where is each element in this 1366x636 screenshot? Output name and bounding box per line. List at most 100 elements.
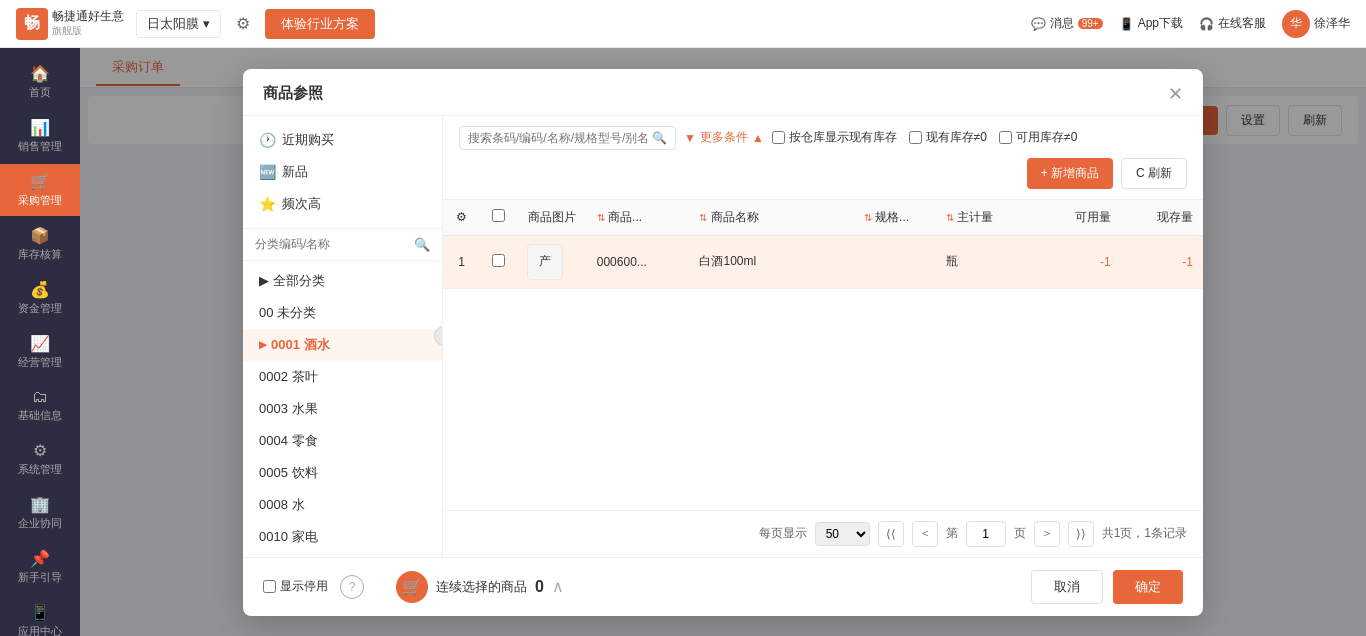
sidebar-item-system[interactable]: ⚙ 系统管理: [0, 433, 80, 485]
per-page-select[interactable]: 50 100 200: [815, 522, 870, 546]
message-icon: 💬: [1031, 17, 1046, 31]
product-search-input[interactable]: [468, 131, 648, 145]
base-icon: 🗂: [32, 388, 48, 406]
footer-btns: 取消 确定: [1031, 570, 1183, 604]
category-panel: 🕐 近期购买 🆕 新品 ⭐ 频次高: [243, 116, 443, 557]
recent-icon: 🕐: [259, 132, 276, 148]
select-all-checkbox[interactable]: [492, 209, 505, 222]
sidebar-item-sales[interactable]: 📊 销售管理: [0, 110, 80, 162]
search-icon[interactable]: 🔍: [652, 131, 667, 145]
row-num: 1: [443, 235, 480, 288]
col-name-header[interactable]: ⇅ 商品名称: [689, 200, 853, 236]
cat-0002[interactable]: 0002 茶叶: [243, 361, 442, 393]
user-profile[interactable]: 华 徐泽华: [1282, 10, 1350, 38]
refresh-btn[interactable]: C 刷新: [1121, 158, 1187, 189]
sidebar-item-finance[interactable]: 💰 资金管理: [0, 272, 80, 324]
product-toolbar: 🔍 ▼ 更多条件 ▲ 按仓库显示现有库存: [443, 116, 1203, 200]
cat-0004[interactable]: 0004 零食: [243, 425, 442, 457]
cat-00[interactable]: 00 未分类: [243, 297, 442, 329]
sidebar-item-guide[interactable]: 📌 新手引导: [0, 541, 80, 593]
checkbox-available-stock[interactable]: 可用库存≠0: [999, 129, 1077, 146]
logo-text: 畅捷通好生意: [52, 9, 124, 23]
category-search: 🔍: [243, 229, 442, 261]
sidebar-label: 采购管理: [18, 193, 62, 208]
cart-label: 连续选择的商品: [436, 578, 527, 596]
category-list: ▶ 全部分类 00 未分类 ▶ 0001 酒水 0002 茶: [243, 261, 442, 557]
logo-sub: 旗舰版: [52, 24, 124, 38]
category-search-icon[interactable]: 🔍: [414, 237, 430, 252]
modal-body: 🕐 近期购买 🆕 新品 ⭐ 频次高: [243, 116, 1203, 557]
row-available: -1: [1018, 235, 1121, 288]
sidebar-label: 首页: [29, 85, 51, 100]
row-unit: 瓶: [936, 235, 1018, 288]
sort-icon: ⇅: [597, 212, 605, 223]
sidebar-item-purchase[interactable]: 🛒 采购管理: [0, 164, 80, 216]
cart-icon-btn[interactable]: 🛒: [396, 571, 428, 603]
row-check[interactable]: [480, 235, 517, 288]
per-page-label: 每页显示: [759, 525, 807, 542]
sidebar-item-enterprise[interactable]: 🏢 企业协同: [0, 487, 80, 539]
arrow-right-icon: ▶: [259, 273, 269, 288]
cat-0010[interactable]: 0010 家电: [243, 521, 442, 553]
checkbox-warehouse[interactable]: 按仓库显示现有库存: [772, 129, 897, 146]
col-code-header[interactable]: ⇅ 商品...: [587, 200, 690, 236]
last-page-btn[interactable]: ⟩⟩: [1068, 521, 1094, 547]
row-stock: -1: [1121, 235, 1203, 288]
toolbar-right: + 新增商品 C 刷新: [1027, 158, 1187, 189]
sidebar-item-home[interactable]: 🏠 首页: [0, 56, 80, 108]
cat-all[interactable]: ▶ 全部分类: [243, 265, 442, 297]
cat-0005[interactable]: 0005 饮料: [243, 457, 442, 489]
modal-header: 商品参照 ✕: [243, 69, 1203, 116]
frequent-icon: ⭐: [259, 196, 276, 212]
settings-icon[interactable]: ⚙: [229, 10, 257, 38]
sidebar-item-business[interactable]: 📈 经营管理: [0, 326, 80, 378]
show-disabled-checkbox[interactable]: 显示停用: [263, 578, 328, 595]
enterprise-icon: 🏢: [30, 495, 50, 514]
help-icon[interactable]: ?: [340, 575, 364, 599]
guide-icon: 📌: [30, 549, 50, 568]
page-label-2: 页: [1014, 525, 1026, 542]
store-selector[interactable]: 日太阳膜 ▾: [136, 10, 221, 38]
online-service-btn[interactable]: 🎧 在线客服: [1199, 15, 1266, 32]
filter-btn[interactable]: ▼ 更多条件 ▲: [684, 129, 764, 146]
first-page-btn[interactable]: ⟨⟨: [878, 521, 904, 547]
confirm-btn[interactable]: 确定: [1113, 570, 1183, 604]
modal-close-btn[interactable]: ✕: [1168, 83, 1183, 105]
page-input[interactable]: [966, 521, 1006, 547]
collapse-icon[interactable]: ∧: [552, 577, 564, 596]
col-stock-header: 现存量: [1121, 200, 1203, 236]
add-product-btn[interactable]: + 新增商品: [1027, 158, 1113, 189]
sidebar-label: 新手引导: [18, 570, 62, 585]
sidebar-label: 资金管理: [18, 301, 62, 316]
checkbox-current-stock[interactable]: 现有库存≠0: [909, 129, 987, 146]
recent-purchases-tab[interactable]: 🕐 近期购买: [243, 124, 442, 156]
new-products-tab[interactable]: 🆕 新品: [243, 156, 442, 188]
home-icon: 🏠: [30, 64, 50, 83]
sidebar-item-base[interactable]: 🗂 基础信息: [0, 380, 80, 431]
messages-btn[interactable]: 💬 消息 99+: [1031, 15, 1103, 32]
sidebar-label: 系统管理: [18, 462, 62, 477]
next-page-btn[interactable]: ＞: [1034, 521, 1060, 547]
product-panel: 🔍 ▼ 更多条件 ▲ 按仓库显示现有库存: [443, 116, 1203, 557]
modal-overlay: 商品参照 ✕ 🕐 近期购买 🆕: [80, 48, 1366, 636]
apps-icon: 📱: [30, 603, 50, 622]
experience-btn[interactable]: 体验行业方案: [265, 9, 375, 39]
category-search-input[interactable]: [255, 237, 410, 251]
cat-0003[interactable]: 0003 水果: [243, 393, 442, 425]
cat-0001[interactable]: ▶ 0001 酒水: [243, 329, 442, 361]
col-unit-header[interactable]: ⇅ 主计量: [936, 200, 1018, 236]
active-arrow-icon: ▶: [259, 339, 267, 350]
app-download-btn[interactable]: 📱 App下载: [1119, 15, 1183, 32]
cat-0008[interactable]: 0008 水: [243, 489, 442, 521]
col-settings[interactable]: ⚙: [443, 200, 480, 236]
col-spec-header[interactable]: ⇅ 规格...: [854, 200, 936, 236]
cancel-btn[interactable]: 取消: [1031, 570, 1103, 604]
prev-page-btn[interactable]: ＜: [912, 521, 938, 547]
sidebar-item-inventory[interactable]: 📦 库存核算: [0, 218, 80, 270]
sidebar-item-apps[interactable]: 📱 应用中心: [0, 595, 80, 636]
frequent-tab[interactable]: ⭐ 频次高: [243, 188, 442, 220]
sort-icon-spec: ⇅: [864, 212, 872, 223]
sidebar-label: 应用中心: [18, 624, 62, 636]
row-name: 白酒100ml: [689, 235, 853, 288]
table-row[interactable]: 1 产 000600... 白酒100ml: [443, 235, 1203, 288]
